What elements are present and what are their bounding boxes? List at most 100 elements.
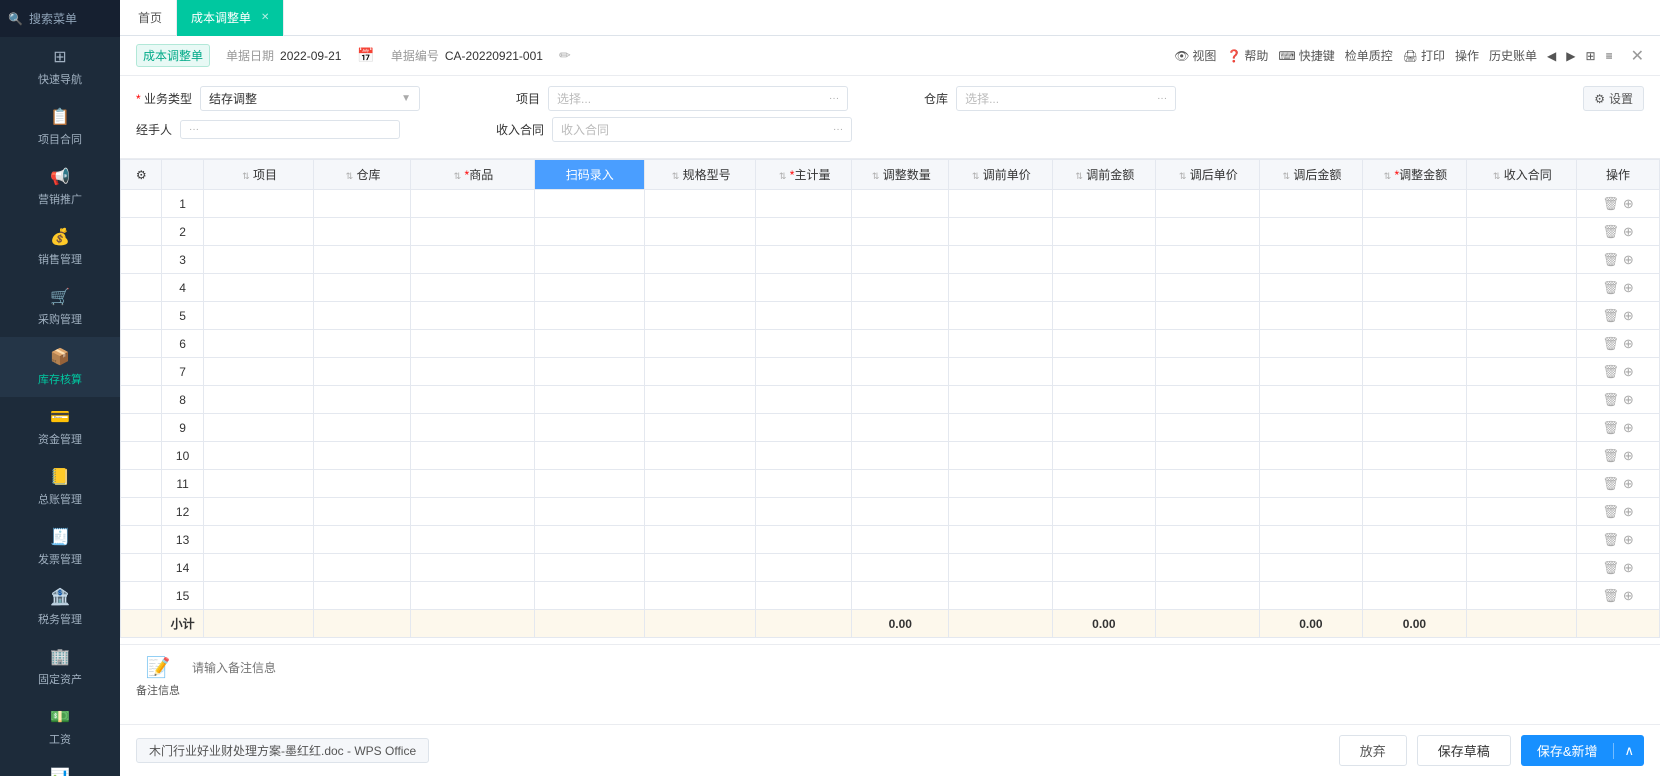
table-cell[interactable] bbox=[535, 442, 645, 470]
table-cell[interactable] bbox=[949, 554, 1053, 582]
table-cell[interactable] bbox=[755, 190, 852, 218]
table-cell[interactable] bbox=[314, 358, 411, 386]
table-cell[interactable] bbox=[535, 414, 645, 442]
table-cell[interactable] bbox=[852, 302, 949, 330]
row-number[interactable]: 12 bbox=[162, 498, 203, 526]
table-cell[interactable] bbox=[1466, 358, 1576, 386]
sidebar-item-ops-mgmt[interactable]: 📊 经营管理 bbox=[0, 757, 120, 776]
table-cell[interactable] bbox=[852, 386, 949, 414]
table-cell[interactable] bbox=[949, 330, 1053, 358]
row-number[interactable]: 3 bbox=[162, 246, 203, 274]
table-cell[interactable] bbox=[410, 190, 534, 218]
col-header-spec[interactable]: ⇅ 规格型号 bbox=[645, 160, 755, 190]
table-cell[interactable] bbox=[535, 554, 645, 582]
row-settings-cell[interactable] bbox=[121, 330, 162, 358]
table-cell[interactable] bbox=[755, 526, 852, 554]
copy-row-icon[interactable]: ⊕ bbox=[1623, 336, 1634, 352]
copy-row-icon[interactable]: ⊕ bbox=[1623, 448, 1634, 464]
sidebar-item-ledger-mgmt[interactable]: 📒 总账管理 bbox=[0, 457, 120, 517]
settings-btn[interactable]: ⚙ 设置 bbox=[1583, 86, 1644, 111]
delete-row-icon[interactable]: 🗑 bbox=[1602, 588, 1619, 604]
sidebar-item-payroll[interactable]: 💵 工资 bbox=[0, 697, 120, 757]
table-cell[interactable] bbox=[314, 414, 411, 442]
save-draft-button[interactable]: 保存草稿 bbox=[1417, 735, 1511, 766]
table-cell[interactable] bbox=[1156, 218, 1260, 246]
table-cell[interactable] bbox=[410, 554, 534, 582]
table-cell[interactable] bbox=[535, 582, 645, 610]
table-cell[interactable] bbox=[1363, 302, 1467, 330]
table-cell[interactable] bbox=[1156, 358, 1260, 386]
table-cell[interactable] bbox=[1363, 218, 1467, 246]
row-number[interactable]: 9 bbox=[162, 414, 203, 442]
row-number[interactable]: 2 bbox=[162, 218, 203, 246]
table-cell[interactable] bbox=[314, 274, 411, 302]
delete-row-icon[interactable]: 🗑 bbox=[1602, 336, 1619, 352]
table-cell[interactable] bbox=[852, 526, 949, 554]
table-cell[interactable] bbox=[949, 498, 1053, 526]
table-cell[interactable] bbox=[949, 526, 1053, 554]
row-number[interactable]: 4 bbox=[162, 274, 203, 302]
row-settings-cell[interactable] bbox=[121, 470, 162, 498]
table-cell[interactable] bbox=[314, 386, 411, 414]
table-cell[interactable] bbox=[1156, 386, 1260, 414]
table-cell[interactable] bbox=[1052, 246, 1156, 274]
copy-row-icon[interactable]: ⊕ bbox=[1623, 532, 1634, 548]
row-settings-cell[interactable] bbox=[121, 442, 162, 470]
delete-row-icon[interactable]: 🗑 bbox=[1602, 364, 1619, 380]
table-cell[interactable] bbox=[645, 302, 755, 330]
table-cell[interactable] bbox=[535, 358, 645, 386]
table-cell[interactable] bbox=[535, 470, 645, 498]
table-cell[interactable] bbox=[1363, 582, 1467, 610]
table-cell[interactable] bbox=[410, 414, 534, 442]
save-new-button[interactable]: 保存&新增 ∧ bbox=[1521, 735, 1644, 766]
table-cell[interactable] bbox=[1466, 302, 1576, 330]
row-settings-cell[interactable] bbox=[121, 554, 162, 582]
table-cell[interactable] bbox=[1466, 218, 1576, 246]
col-header-before-price[interactable]: ⇅ 调前单价 bbox=[949, 160, 1053, 190]
table-cell[interactable] bbox=[410, 470, 534, 498]
table-cell[interactable] bbox=[1259, 414, 1363, 442]
help-btn[interactable]: ❓ 帮助 bbox=[1226, 47, 1268, 64]
table-cell[interactable] bbox=[645, 274, 755, 302]
row-settings-cell[interactable] bbox=[121, 190, 162, 218]
col-header-scan[interactable]: 扫码录入 bbox=[535, 160, 645, 190]
row-number[interactable]: 5 bbox=[162, 302, 203, 330]
table-cell[interactable] bbox=[949, 470, 1053, 498]
table-cell[interactable] bbox=[949, 190, 1053, 218]
table-cell[interactable] bbox=[852, 470, 949, 498]
table-cell[interactable] bbox=[645, 554, 755, 582]
copy-row-icon[interactable]: ⊕ bbox=[1623, 196, 1634, 212]
col-header-product[interactable]: ⇅ *商品 bbox=[410, 160, 534, 190]
sidebar-item-inventory-calc[interactable]: 📦 库存核算 bbox=[0, 337, 120, 397]
table-cell[interactable] bbox=[1363, 386, 1467, 414]
table-cell[interactable] bbox=[755, 498, 852, 526]
copy-row-icon[interactable]: ⊕ bbox=[1623, 280, 1634, 296]
table-cell[interactable] bbox=[535, 526, 645, 554]
table-cell[interactable] bbox=[410, 582, 534, 610]
table-cell[interactable] bbox=[755, 470, 852, 498]
table-cell[interactable] bbox=[203, 582, 313, 610]
row-settings-cell[interactable] bbox=[121, 582, 162, 610]
row-number[interactable]: 14 bbox=[162, 554, 203, 582]
table-cell[interactable] bbox=[535, 190, 645, 218]
sidebar-item-sales-promo[interactable]: 📢 营销推广 bbox=[0, 157, 120, 217]
col-header-income[interactable]: ⇅ 收入合同 bbox=[1466, 160, 1576, 190]
table-cell[interactable] bbox=[1052, 302, 1156, 330]
table-cell[interactable] bbox=[949, 246, 1053, 274]
table-cell[interactable] bbox=[1259, 582, 1363, 610]
table-cell[interactable] bbox=[535, 330, 645, 358]
table-cell[interactable] bbox=[314, 246, 411, 274]
row-number[interactable]: 6 bbox=[162, 330, 203, 358]
table-cell[interactable] bbox=[949, 442, 1053, 470]
delete-row-icon[interactable]: 🗑 bbox=[1602, 224, 1619, 240]
copy-row-icon[interactable]: ⊕ bbox=[1623, 364, 1634, 380]
table-cell[interactable] bbox=[203, 246, 313, 274]
table-cell[interactable] bbox=[852, 358, 949, 386]
table-cell[interactable] bbox=[645, 526, 755, 554]
delete-row-icon[interactable]: 🗑 bbox=[1602, 308, 1619, 324]
print-btn[interactable]: 🖨 打印 bbox=[1403, 47, 1445, 64]
project-select[interactable]: 选择... ··· bbox=[548, 86, 848, 111]
col-header-before-amt[interactable]: ⇅ 调前金额 bbox=[1052, 160, 1156, 190]
tab-home[interactable]: 首页 bbox=[124, 0, 177, 36]
table-cell[interactable] bbox=[852, 582, 949, 610]
